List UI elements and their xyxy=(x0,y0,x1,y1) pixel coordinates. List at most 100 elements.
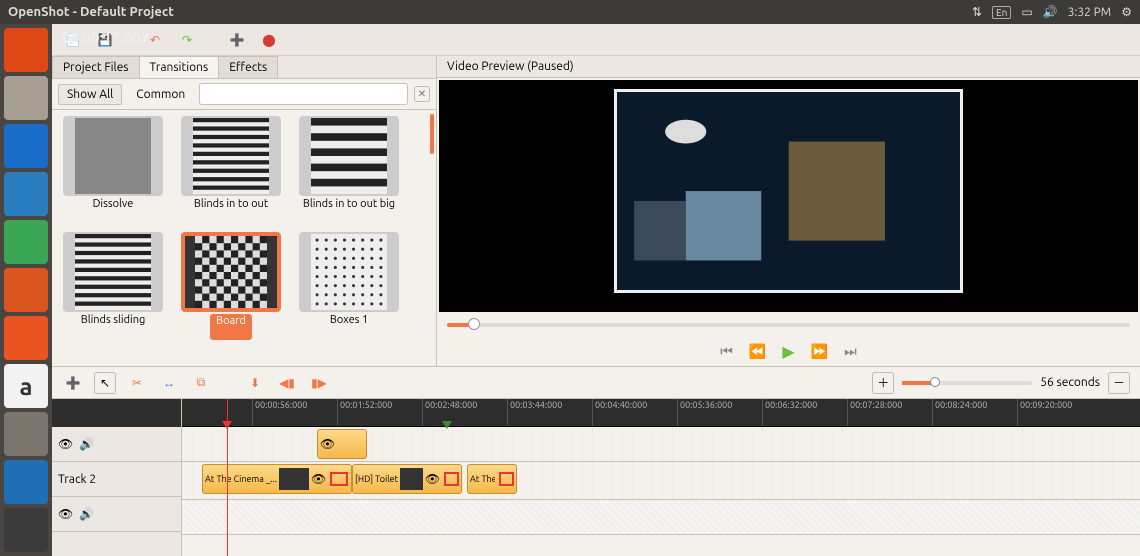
dash-icon[interactable] xyxy=(4,28,48,72)
clip[interactable]: At The Cinema _... 👁 xyxy=(202,464,352,494)
zoom-slider[interactable] xyxy=(902,381,1032,385)
transition-dissolve[interactable]: Dissolve xyxy=(58,116,168,224)
zoom-out-button[interactable]: － xyxy=(1108,372,1130,394)
files-icon[interactable] xyxy=(4,76,48,120)
transition-boxes-1[interactable]: Boxes 1 xyxy=(294,232,404,340)
track-strip-1[interactable]: 👁 xyxy=(182,427,1140,462)
resize-tool-button[interactable]: ↔ xyxy=(158,372,180,394)
preview-scrubber[interactable] xyxy=(437,314,1140,336)
common-button[interactable]: Common xyxy=(128,85,193,104)
network-icon[interactable]: ⇅ xyxy=(972,5,982,19)
record-button[interactable]: ⬤ xyxy=(258,29,280,51)
ruler-tick: 00:08:24:000 xyxy=(932,399,987,426)
playhead[interactable] xyxy=(227,399,228,556)
snap-tool-button[interactable]: ⧉ xyxy=(190,372,212,394)
track-header-2b[interactable]: 👁 🔊 xyxy=(52,497,181,532)
clip[interactable]: At The... xyxy=(467,464,517,494)
visibility-icon[interactable]: 👁 xyxy=(311,472,326,486)
clip-label: At The... xyxy=(470,474,495,484)
track-strip-2b[interactable] xyxy=(182,500,1140,535)
video-preview[interactable] xyxy=(439,80,1138,312)
preview-frame xyxy=(614,89,964,293)
clip[interactable]: [HD] Toilet (...👁 xyxy=(352,464,462,494)
media-icon[interactable] xyxy=(4,460,48,504)
ruler-tick: 00:04:40:000 xyxy=(592,399,647,426)
marker[interactable] xyxy=(442,421,452,429)
transition-indicator[interactable] xyxy=(444,472,459,486)
audio-icon[interactable]: 🔊 xyxy=(79,507,94,521)
amazon-icon[interactable]: a xyxy=(4,364,48,408)
left-panel: Project FilesTransitionsEffects Show All… xyxy=(52,56,437,366)
timeline-ruler[interactable]: 00:00:56:00000:01:52:00000:02:48:00000:0… xyxy=(182,399,1140,427)
transition-label: Blinds in to out big xyxy=(303,198,395,224)
transition-label: Boxes 1 xyxy=(330,314,368,340)
visibility-icon[interactable]: 👁 xyxy=(58,507,73,521)
ruler-tick: 00:06:32:000 xyxy=(762,399,817,426)
tab-project-files[interactable]: Project Files xyxy=(52,56,140,78)
timecode: 00:00:17:007 xyxy=(62,29,149,46)
firefox-icon[interactable] xyxy=(4,124,48,168)
timeline-toolbar: ➕ ↖ ✂ ↔ ⧉ ⬇ ◀▮ ▮▶ ＋ 56 seconds － xyxy=(52,367,1140,399)
settings-icon[interactable] xyxy=(4,412,48,456)
gear-icon[interactable]: ⚙ xyxy=(1121,5,1132,19)
transitions-grid[interactable]: DissolveBlinds in to out Blinds in to out… xyxy=(52,110,436,366)
clear-search-icon[interactable]: ✕ xyxy=(414,86,430,102)
clip-label: At The Cinema _... xyxy=(205,474,277,484)
preview-panel: Video Preview (Paused) ⏮ ⏪ xyxy=(437,56,1140,366)
import-button[interactable]: ➕ xyxy=(226,29,248,51)
ruler-tick: 00:09:20:000 xyxy=(1017,399,1072,426)
play-button[interactable]: ▶ xyxy=(782,342,794,361)
window-title: OpenShot - Default Project xyxy=(8,5,174,19)
transition-blinds-sliding[interactable]: Blinds sliding xyxy=(58,232,168,340)
rewind-button[interactable]: ⏪ xyxy=(749,343,766,360)
visibility-icon[interactable]: 👁 xyxy=(58,437,73,451)
writer-icon[interactable] xyxy=(4,172,48,216)
software-icon[interactable] xyxy=(4,316,48,360)
track-header-2[interactable]: Track 2 xyxy=(52,462,181,497)
track-header-1[interactable]: 👁 🔊 xyxy=(52,427,181,462)
audio-icon[interactable]: 🔊 xyxy=(79,437,94,451)
marker-prev-button[interactable]: ◀▮ xyxy=(276,372,298,394)
show-all-button[interactable]: Show All xyxy=(58,84,122,105)
marker-next-button[interactable]: ▮▶ xyxy=(308,372,330,394)
transition-indicator[interactable] xyxy=(499,472,514,486)
calc-icon[interactable] xyxy=(4,220,48,264)
marker-add-button[interactable]: ⬇ xyxy=(244,372,266,394)
openshot-app: 📄💾↶↷➕⬤ Project FilesTransitionsEffects S… xyxy=(52,24,1140,556)
battery-icon[interactable]: ▭ xyxy=(1021,5,1032,19)
ruler-tick: 00:01:52:000 xyxy=(337,399,392,426)
clip[interactable]: 👁 xyxy=(317,429,367,459)
pointer-tool-button[interactable]: ↖ xyxy=(94,372,116,394)
impress-icon[interactable] xyxy=(4,268,48,312)
track-strip-2[interactable]: At The Cinema _...👁[HD] Toilet (...👁At T… xyxy=(182,462,1140,500)
clock[interactable]: 3:32 PM xyxy=(1068,6,1112,19)
visibility-icon[interactable]: 👁 xyxy=(425,472,440,486)
scrollbar[interactable] xyxy=(430,114,434,154)
transition-indicator[interactable] xyxy=(330,472,348,486)
visibility-icon[interactable]: 👁 xyxy=(320,437,335,451)
zoom-in-button[interactable]: ＋ xyxy=(872,372,894,394)
clip-thumb xyxy=(400,468,423,490)
transition-thumb xyxy=(63,232,163,312)
system-topbar: OpenShot - Default Project ⇅ En ▭ 🔊 3:32… xyxy=(0,0,1140,24)
keyboard-indicator[interactable]: En xyxy=(992,6,1011,19)
tab-transitions[interactable]: Transitions xyxy=(139,56,220,78)
track-area[interactable]: 00:00:56:00000:01:52:00000:02:48:00000:0… xyxy=(182,399,1140,556)
terminal-icon[interactable] xyxy=(4,508,48,552)
transition-blinds-in-to-out-big[interactable]: Blinds in to out big xyxy=(294,116,404,224)
forward-button[interactable]: ⏩ xyxy=(811,343,828,360)
transition-search-input[interactable] xyxy=(199,83,408,105)
transition-label: Blinds sliding xyxy=(81,314,146,340)
add-track-button[interactable]: ➕ xyxy=(62,372,84,394)
ruler-tick: 00:03:44:000 xyxy=(507,399,562,426)
goto-end-button[interactable]: ⏭ xyxy=(844,343,857,360)
redo-button[interactable]: ↷ xyxy=(176,29,198,51)
transition-thumb xyxy=(63,116,163,196)
razor-tool-button[interactable]: ✂ xyxy=(126,372,148,394)
volume-icon[interactable]: 🔊 xyxy=(1043,5,1058,19)
transition-board[interactable]: Board xyxy=(176,232,286,340)
tab-effects[interactable]: Effects xyxy=(218,56,278,78)
transition-thumb xyxy=(181,232,281,312)
goto-start-button[interactable]: ⏮ xyxy=(720,343,733,360)
transition-blinds-in-to-out[interactable]: Blinds in to out xyxy=(176,116,286,224)
